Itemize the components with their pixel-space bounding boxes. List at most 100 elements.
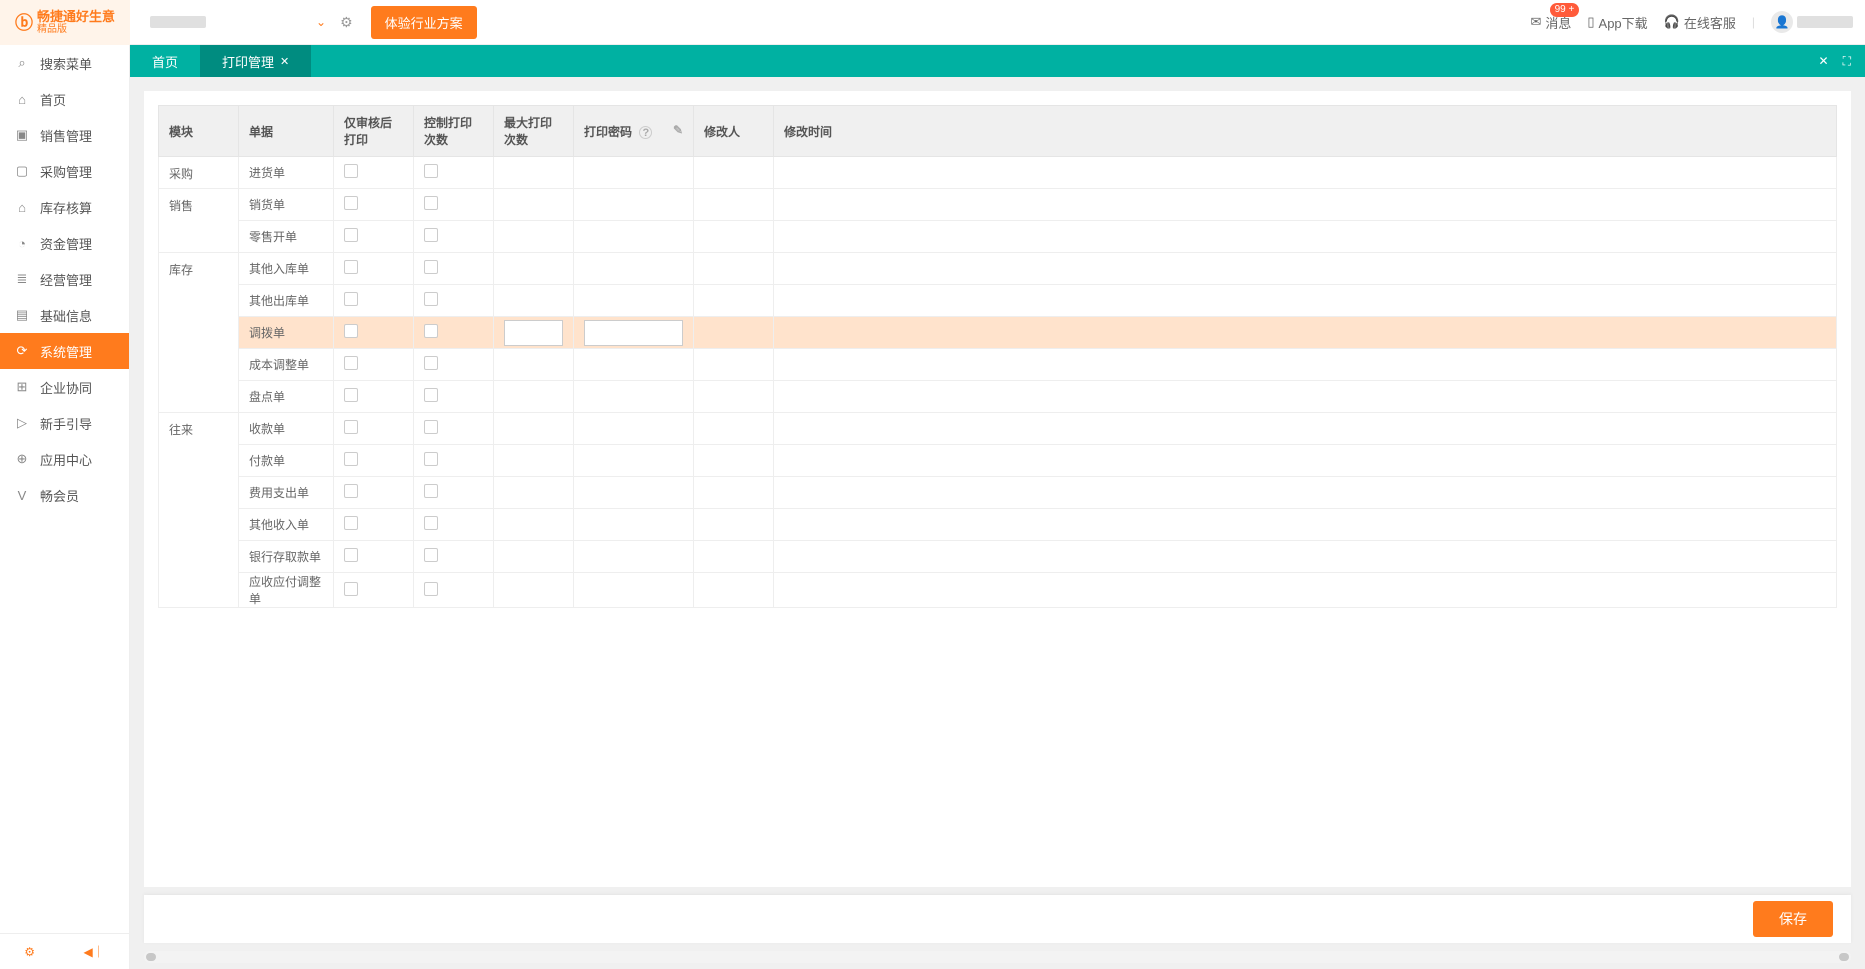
password-cell[interactable] <box>574 221 694 253</box>
messages-button[interactable]: ✉ 消息 99 + <box>1530 13 1571 32</box>
limit-count-checkbox[interactable] <box>424 516 438 530</box>
max-count-cell[interactable] <box>494 573 574 608</box>
password-cell[interactable] <box>574 253 694 285</box>
app-download-button[interactable]: ▯ App下载 <box>1587 13 1647 32</box>
limit-count-checkbox[interactable] <box>424 452 438 466</box>
sidebar-item-inventory-acct[interactable]: ⌂库存核算 <box>0 189 129 225</box>
sidebar-item-label: 库存核算 <box>40 198 92 217</box>
password-cell[interactable] <box>574 541 694 573</box>
audit-only-checkbox[interactable] <box>344 228 358 242</box>
collapse-icon[interactable]: ◀｜ <box>84 943 105 960</box>
fund-mgmt-icon: ◔ <box>14 236 30 251</box>
audit-only-checkbox[interactable] <box>344 484 358 498</box>
sidebar-item-purchase-mgmt[interactable]: ▢采购管理 <box>0 153 129 189</box>
tab-首页[interactable]: 首页 <box>130 45 200 77</box>
tenant-switcher[interactable]: ⌄ <box>150 15 326 29</box>
limit-count-checkbox[interactable] <box>424 484 438 498</box>
password-cell[interactable] <box>574 381 694 413</box>
audit-only-checkbox[interactable] <box>344 164 358 178</box>
max-count-cell[interactable] <box>494 317 574 349</box>
scroll-right-icon <box>1839 953 1849 961</box>
password-cell[interactable] <box>574 285 694 317</box>
sales-mgmt-icon: ▣ <box>14 127 30 143</box>
max-count-cell[interactable] <box>494 477 574 509</box>
password-cell[interactable] <box>574 477 694 509</box>
limit-count-checkbox[interactable] <box>424 356 438 370</box>
sidebar-item-label: 销售管理 <box>40 126 92 145</box>
max-count-cell[interactable] <box>494 381 574 413</box>
audit-only-checkbox[interactable] <box>344 548 358 562</box>
sidebar-item-vip[interactable]: V畅会员 <box>0 477 129 513</box>
limit-count-checkbox[interactable] <box>424 292 438 306</box>
max-count-cell[interactable] <box>494 509 574 541</box>
limit-count-checkbox[interactable] <box>424 324 438 338</box>
sidebar-item-search-menu[interactable]: ⌕搜索菜单 <box>0 45 129 81</box>
help-icon[interactable]: ? <box>639 126 652 139</box>
password-cell[interactable] <box>574 189 694 221</box>
audit-only-checkbox[interactable] <box>344 356 358 370</box>
limit-count-checkbox[interactable] <box>424 582 438 596</box>
save-button[interactable]: 保存 <box>1753 901 1833 937</box>
max-count-cell[interactable] <box>494 413 574 445</box>
audit-only-checkbox[interactable] <box>344 196 358 210</box>
limit-count-checkbox[interactable] <box>424 164 438 178</box>
table-row: 零售开单 <box>159 221 1837 253</box>
password-cell[interactable] <box>574 349 694 381</box>
password-cell[interactable] <box>574 509 694 541</box>
audit-only-checkbox[interactable] <box>344 260 358 274</box>
sidebar-item-basic-info[interactable]: ▤基础信息 <box>0 297 129 333</box>
logo[interactable]: ⓑ 畅捷通好生意 精品版 <box>0 0 130 45</box>
max-count-cell[interactable] <box>494 189 574 221</box>
tab-打印管理[interactable]: 打印管理✕ <box>200 45 311 77</box>
limit-count-checkbox[interactable] <box>424 260 438 274</box>
password-cell[interactable] <box>574 573 694 608</box>
table-row: 盘点单 <box>159 381 1837 413</box>
max-count-cell[interactable] <box>494 221 574 253</box>
sidebar-item-fund-mgmt[interactable]: ◔资金管理 <box>0 225 129 261</box>
close-all-tabs-icon[interactable]: ✕ <box>1819 54 1829 68</box>
app-center-icon: ⊕ <box>14 451 30 467</box>
max-count-cell[interactable] <box>494 541 574 573</box>
modify-time-cell <box>774 381 1837 413</box>
audit-only-checkbox[interactable] <box>344 292 358 306</box>
audit-only-checkbox[interactable] <box>344 516 358 530</box>
industry-template-button[interactable]: 体验行业方案 <box>371 6 477 39</box>
sidebar-item-system-mgmt[interactable]: ⟳系统管理 <box>0 333 129 369</box>
fullscreen-icon[interactable]: ⛶ <box>1843 54 1851 69</box>
password-cell[interactable] <box>574 317 694 349</box>
max-count-cell[interactable] <box>494 285 574 317</box>
limit-count-checkbox[interactable] <box>424 228 438 242</box>
max-count-cell[interactable] <box>494 157 574 189</box>
sidebar-item-home[interactable]: ⌂首页 <box>0 81 129 117</box>
sidebar-item-sales-mgmt[interactable]: ▣ 销售管理 <box>0 117 129 153</box>
online-service-button[interactable]: 🎧 在线客服 <box>1664 13 1736 32</box>
audit-only-checkbox[interactable] <box>344 388 358 402</box>
limit-count-checkbox[interactable] <box>424 548 438 562</box>
password-cell[interactable] <box>574 445 694 477</box>
sidebar-item-collab[interactable]: ⊞企业协同 <box>0 369 129 405</box>
password-cell[interactable] <box>574 157 694 189</box>
horizontal-scrollbar[interactable] <box>144 951 1851 963</box>
password-cell[interactable] <box>574 413 694 445</box>
sidebar-item-app-center[interactable]: ⊕应用中心 <box>0 441 129 477</box>
col-header: 修改人 <box>694 106 774 157</box>
limit-count-checkbox[interactable] <box>424 420 438 434</box>
close-icon[interactable]: ✕ <box>280 55 289 68</box>
settings-icon[interactable]: ⚙ <box>24 945 35 959</box>
audit-only-checkbox[interactable] <box>344 582 358 596</box>
max-count-input[interactable] <box>504 320 563 346</box>
audit-only-checkbox[interactable] <box>344 324 358 338</box>
audit-only-checkbox[interactable] <box>344 420 358 434</box>
limit-count-checkbox[interactable] <box>424 388 438 402</box>
password-input[interactable] <box>584 320 683 346</box>
edit-icon[interactable]: ✎ <box>673 123 683 137</box>
settings-icon[interactable]: ⚙ <box>340 14 353 31</box>
max-count-cell[interactable] <box>494 349 574 381</box>
user-menu[interactable]: 👤 <box>1771 11 1853 33</box>
max-count-cell[interactable] <box>494 445 574 477</box>
audit-only-checkbox[interactable] <box>344 452 358 466</box>
sidebar-item-guide[interactable]: ▷新手引导 <box>0 405 129 441</box>
max-count-cell[interactable] <box>494 253 574 285</box>
sidebar-item-operation-mgmt[interactable]: ≣经营管理 <box>0 261 129 297</box>
limit-count-checkbox[interactable] <box>424 196 438 210</box>
